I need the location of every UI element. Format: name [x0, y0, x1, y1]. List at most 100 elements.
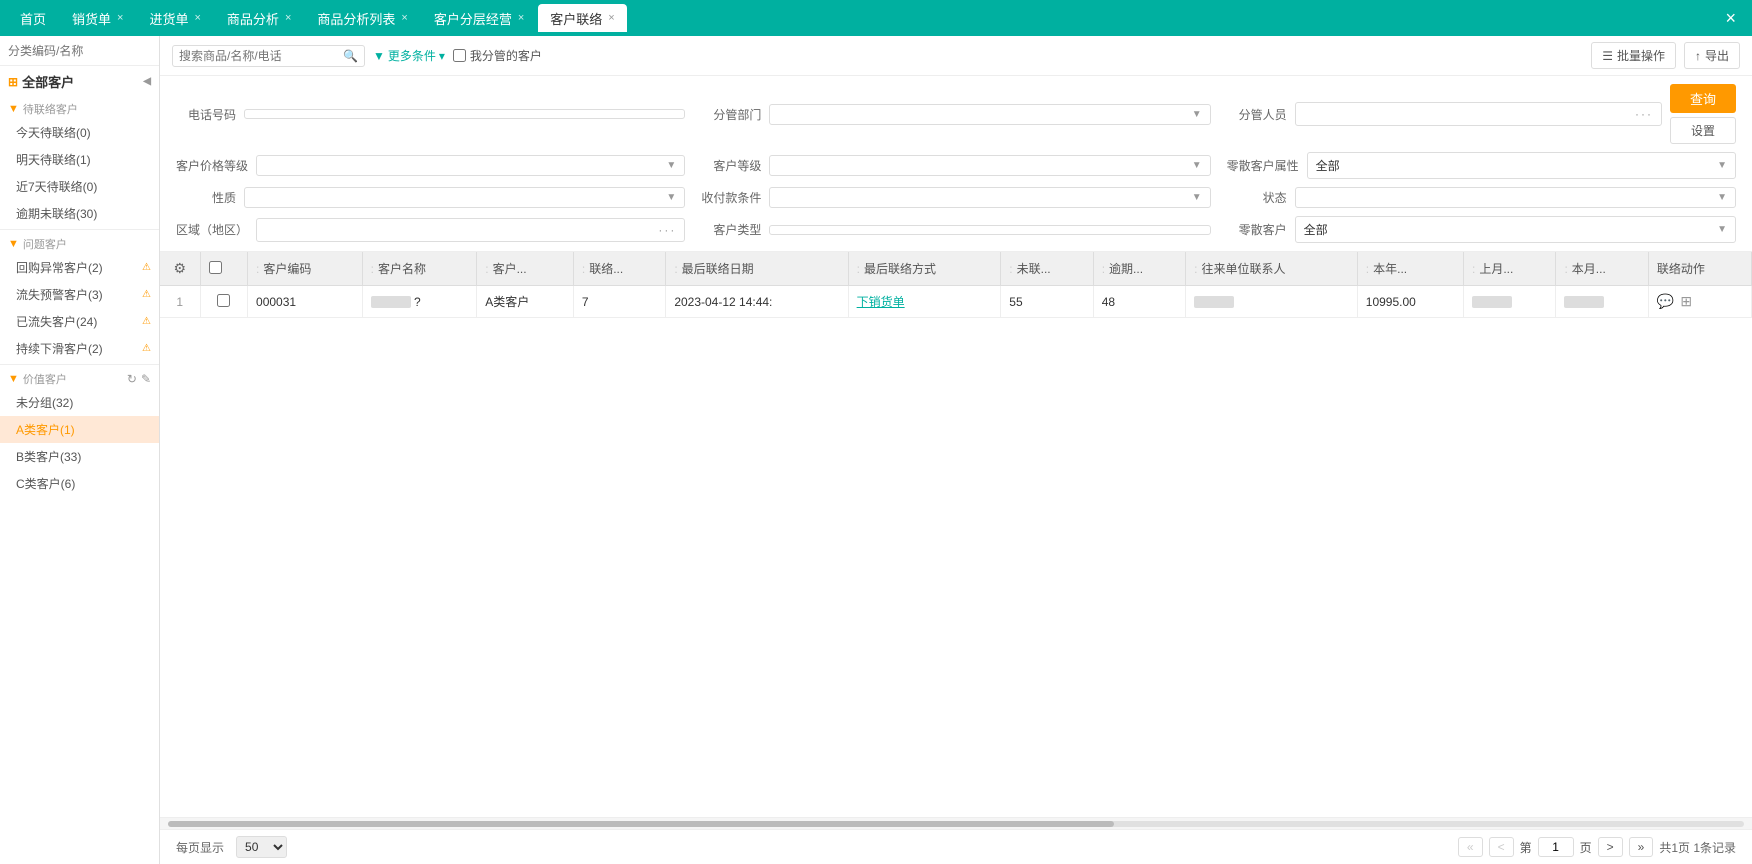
nav-tab-purchase[interactable]: 进货单 ×	[137, 4, 212, 32]
close-purchase-icon[interactable]: ×	[194, 12, 200, 24]
sidebar-item-churned[interactable]: 已流失客户(24) ⚠	[0, 308, 159, 335]
nature-input[interactable]: ▼	[244, 187, 685, 208]
col-not-contacted: :未联...	[1001, 252, 1093, 286]
customer-type-input[interactable]	[769, 225, 1210, 235]
nav-tab-goods-analysis[interactable]: 商品分析 ×	[215, 4, 303, 32]
warn-icon-2: ⚠	[142, 289, 151, 300]
close-customer-segment-icon[interactable]: ×	[518, 12, 524, 24]
cell-last-method: 下销货单	[848, 286, 1001, 318]
warn-icon-1: ⚠	[142, 262, 151, 273]
sidebar-search-input[interactable]	[8, 44, 160, 58]
retail-attr-input[interactable]: 全部 ▼	[1307, 152, 1736, 179]
customer-type-label: 客户类型	[701, 221, 761, 238]
chevron-down-icon: ▾	[439, 49, 445, 63]
cell-last-month	[1464, 286, 1556, 318]
cell-contact-count: 7	[573, 286, 665, 318]
close-sales-icon[interactable]: ×	[117, 12, 123, 24]
batch-ops-button[interactable]: ☰ 批量操作	[1591, 42, 1676, 69]
close-customer-contact-icon[interactable]: ×	[608, 12, 614, 24]
edit-group-icon[interactable]: ✎	[141, 372, 151, 386]
home-label: 首页	[20, 9, 46, 28]
dept-input[interactable]: ▼	[769, 104, 1210, 125]
close-goods-list-icon[interactable]: ×	[401, 12, 407, 24]
sidebar-item-today[interactable]: 今天待联络(0)	[0, 119, 159, 146]
price-level-input[interactable]: ▼	[256, 155, 685, 176]
last-page-button[interactable]: »	[1629, 837, 1654, 857]
sidebar-item-churn-warn[interactable]: 流失预警客户(3) ⚠	[0, 281, 159, 308]
person-input[interactable]: ···	[1295, 102, 1662, 126]
setting-button[interactable]: 设置	[1670, 117, 1736, 144]
first-page-button[interactable]: «	[1458, 837, 1483, 857]
retail-customer-label: 零散客户	[1227, 221, 1287, 238]
nav-tab-customer-contact[interactable]: 客户联络 ×	[538, 4, 626, 32]
filter-row-dept: 分管部门 ▼	[701, 84, 1210, 144]
close-goods-analysis-icon[interactable]: ×	[285, 12, 291, 24]
page-size-select[interactable]: 10 20 50 100	[236, 836, 287, 858]
col-last-date: :最后联络日期	[666, 252, 848, 286]
customer-contact-label: 客户联络	[550, 9, 602, 28]
refresh-icon[interactable]: ↻	[127, 372, 137, 386]
my-customers-check[interactable]	[453, 49, 466, 62]
col-code: :客户编码	[248, 252, 363, 286]
sidebar-all-customers[interactable]: ⊞ 全部客户 ◀	[0, 66, 159, 97]
batch-ops-icon: ☰	[1602, 49, 1613, 63]
page-number-input[interactable]	[1538, 837, 1574, 857]
cell-last-date: 2023-04-12 14:44:	[666, 286, 848, 318]
query-button[interactable]: 查询	[1670, 84, 1736, 113]
filter-row-payment: 收付款条件 ▼	[701, 187, 1210, 208]
status-input[interactable]: ▼	[1295, 187, 1736, 208]
nav-tab-customer-segment[interactable]: 客户分层经营 ×	[422, 4, 536, 32]
value-customers-group: ▼ 价值客户 ↻ ✎	[0, 367, 159, 389]
total-info: 共1页 1条记录	[1659, 839, 1736, 856]
sidebar-item-declining[interactable]: 持续下滑客户(2) ⚠	[0, 335, 159, 362]
col-unit-contact: :往来单位联系人	[1186, 252, 1358, 286]
last-method-link[interactable]: 下销货单	[857, 295, 905, 309]
scrollbar-thumb[interactable]	[168, 821, 1114, 827]
prev-page-button[interactable]: <	[1489, 837, 1514, 857]
col-name: :客户名称	[362, 252, 477, 286]
warn-icon-4: ⚠	[142, 343, 151, 354]
dept-dropdown-icon: ▼	[1192, 109, 1202, 120]
nav-tab-goods-list[interactable]: 商品分析列表 ×	[305, 4, 419, 32]
sidebar-item-ungrouped[interactable]: 未分组(32)	[0, 389, 159, 416]
my-customers-checkbox[interactable]: 我分管的客户	[453, 47, 542, 64]
export-button[interactable]: ↑ 导出	[1684, 42, 1740, 69]
column-settings-button[interactable]: ⚙	[173, 260, 186, 277]
nav-tab-sales[interactable]: 销货单 ×	[60, 4, 135, 32]
filter-action-buttons: 查询 设置	[1670, 84, 1736, 144]
scrollbar-track	[168, 821, 1744, 827]
customer-level-input[interactable]: ▼	[769, 155, 1210, 176]
sidebar-collapse-icon[interactable]: ◀	[143, 76, 151, 87]
sidebar-item-a-class[interactable]: A类客户(1)	[0, 416, 159, 443]
more-conditions-btn[interactable]: ▼ 更多条件 ▾	[373, 47, 445, 64]
sidebar-item-c-class[interactable]: C类客户(6)	[0, 470, 159, 497]
link-icon[interactable]: ⊞	[1680, 293, 1692, 310]
sidebar-item-7days[interactable]: 近7天待联络(0)	[0, 173, 159, 200]
comment-icon[interactable]: 💬	[1657, 293, 1674, 310]
cell-level: A类客户	[477, 286, 574, 318]
cell-action: 💬 ⊞	[1648, 286, 1751, 318]
price-level-label: 客户价格等级	[176, 157, 248, 174]
divider-2	[0, 364, 159, 365]
row-checkbox[interactable]	[217, 294, 230, 307]
nav-tab-home[interactable]: 首页	[8, 4, 58, 32]
waiting-group-label: 待联络客户	[23, 101, 78, 117]
region-label: 区域（地区）	[176, 221, 248, 238]
payment-input[interactable]: ▼	[769, 187, 1210, 208]
cell-current-year: 10995.00	[1357, 286, 1463, 318]
sidebar-item-overdue[interactable]: 逾期未联络(30)	[0, 200, 159, 227]
filter-search-icon[interactable]: 🔍	[343, 49, 358, 63]
close-all-button[interactable]: ×	[1717, 8, 1744, 29]
next-page-button[interactable]: >	[1598, 837, 1623, 857]
sidebar-item-b-class[interactable]: B类客户(33)	[0, 443, 159, 470]
select-all-checkbox[interactable]	[209, 261, 222, 274]
col-last-month: :上月...	[1464, 252, 1556, 286]
value-triangle-icon: ▼	[8, 373, 19, 385]
filter-search-input[interactable]	[179, 49, 339, 63]
retail-customer-input[interactable]: 全部 ▼	[1295, 216, 1736, 243]
region-input[interactable]: ···	[256, 218, 685, 242]
sidebar-item-abnormal[interactable]: 回购异常客户(2) ⚠	[0, 254, 159, 281]
phone-input[interactable]	[244, 109, 685, 119]
sidebar-item-tomorrow[interactable]: 明天待联络(1)	[0, 146, 159, 173]
col-contact-count: :联络...	[573, 252, 665, 286]
